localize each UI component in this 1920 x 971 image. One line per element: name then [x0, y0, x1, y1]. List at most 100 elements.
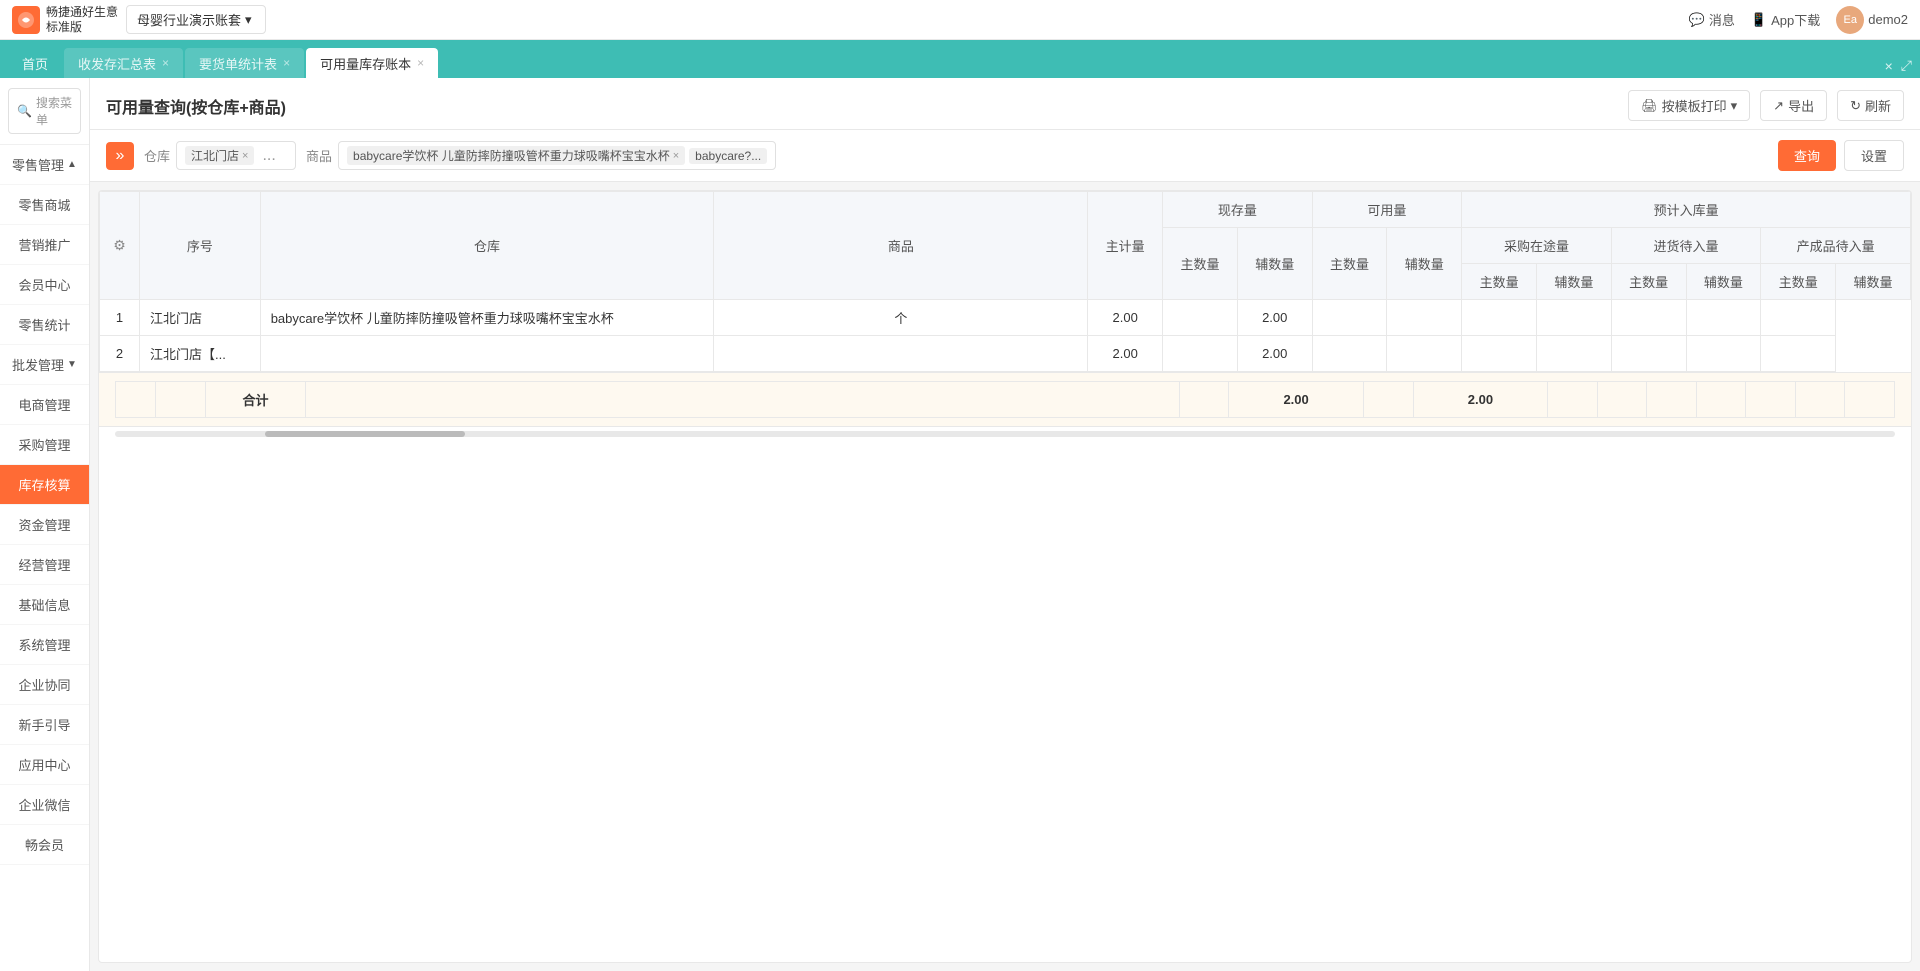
close-window-btn[interactable]: × — [1885, 58, 1893, 74]
search-icon: 🔍 — [17, 104, 32, 118]
sidebar-item-basic-info[interactable]: 基础信息 — [0, 585, 89, 625]
sidebar-item-new-guide[interactable]: 新手引导 — [0, 705, 89, 745]
row2-stock-main: 2.00 — [1088, 336, 1163, 372]
filter-warehouse-more[interactable]: ... — [258, 147, 279, 165]
print-template-btn[interactable]: 🖨 按模板打印 ▾ — [1628, 90, 1750, 121]
sidebar-item-retail-mgmt[interactable]: 零售管理 ▲ — [0, 145, 89, 185]
sidebar-label-finance: 资金管理 — [18, 518, 70, 533]
print-dropdown-icon: ▾ — [1731, 98, 1738, 114]
table-settings-icon[interactable]: ⚙ — [113, 237, 126, 253]
tab-receipts-close[interactable]: × — [162, 56, 169, 70]
row1-unit: 个 — [714, 300, 1088, 336]
th-product: 商品 — [714, 192, 1088, 300]
scrollbar-row — [99, 426, 1911, 441]
sidebar-item-marketing[interactable]: 营销推广 — [0, 225, 89, 265]
sidebar-arrow-wholesale: ▼ — [67, 359, 77, 370]
th-production: 产成品待入量 — [1761, 228, 1911, 264]
footer-incoming-aux — [1746, 382, 1796, 418]
row1-product: babycare学饮杯 儿童防摔防撞吸管杯重力球吸嘴杯宝宝水杯 — [260, 300, 714, 336]
sidebar-label-ecommerce: 电商管理 — [18, 398, 70, 413]
footer-table: 合计 2.00 2.00 — [115, 381, 1895, 418]
sidebar-item-enterprise[interactable]: 企业协同 — [0, 665, 89, 705]
filter-warehouse-field: 仓库 江北门店 × ... — [144, 141, 296, 170]
product-tag-2: babycare?... — [689, 148, 767, 164]
sidebar-item-enterprise-wechat[interactable]: 企业微信 — [0, 785, 89, 825]
th-available: 可用量 — [1312, 192, 1462, 228]
avatar-text: Ea — [1844, 14, 1857, 26]
query-btn[interactable]: 查询 — [1778, 140, 1836, 171]
row2-warehouse: 江北门店【... — [140, 336, 261, 372]
scrollbar-thumb[interactable] — [265, 431, 465, 437]
inventory-table: ⚙ 序号 仓库 商品 主计量 现存量 可用量 预计入库量 主数量 — [99, 191, 1911, 372]
product-tag-1: babycare学饮杯 儿童防摔防撞吸管杯重力球吸嘴杯宝宝水杯 × — [347, 146, 685, 165]
sidebar-label-purchase: 采购管理 — [18, 438, 70, 453]
top-bar: 畅捷通好生意 标准版 母婴行业演示账套 ▾ 💬 消息 📱 App下载 Ea de… — [0, 0, 1920, 40]
sidebar-label-retail-mall: 零售商城 — [18, 198, 70, 213]
footer-purchase-main — [1597, 382, 1647, 418]
row2-incoming-aux — [1611, 336, 1686, 372]
nav-window-btns: × ⤢ — [1885, 57, 1912, 78]
page-header-actions: 🖨 按模板打印 ▾ ↗ 导出 ↻ 刷新 — [1628, 90, 1904, 121]
footer-unit-cell — [1179, 382, 1229, 418]
sidebar-search-box[interactable]: 🔍 搜索菜单 — [8, 88, 81, 134]
sidebar-item-finance[interactable]: 资金管理 — [0, 505, 89, 545]
filter-product-input[interactable]: babycare学饮杯 儿童防摔防撞吸管杯重力球吸嘴杯宝宝水杯 × babyca… — [338, 141, 776, 170]
tab-orders[interactable]: 要货单统计表 × — [185, 48, 304, 78]
warehouse-tag-remove[interactable]: × — [242, 150, 248, 162]
sidebar-item-member2[interactable]: 畅会员 — [0, 825, 89, 865]
footer-product-cell — [306, 382, 1180, 418]
th-production-aux: 辅数量 — [1836, 264, 1911, 300]
sidebar-item-app-center[interactable]: 应用中心 — [0, 745, 89, 785]
app-icon: 📱 — [1751, 12, 1767, 28]
settings-btn[interactable]: 设置 — [1844, 140, 1904, 171]
th-stock-aux: 辅数量 — [1237, 228, 1312, 300]
filter-warehouse-input[interactable]: 江北门店 × ... — [176, 141, 296, 170]
refresh-icon: ↻ — [1850, 98, 1861, 114]
tab-inventory[interactable]: 可用量库存账本 × — [306, 48, 438, 78]
sidebar-item-system[interactable]: 系统管理 — [0, 625, 89, 665]
product-tag-1-text: babycare学饮杯 儿童防摔防撞吸管杯重力球吸嘴杯宝宝水杯 — [353, 147, 670, 164]
org-dropdown-icon: ▾ — [245, 12, 252, 28]
user-name: demo2 — [1868, 12, 1908, 27]
sidebar-label-member: 会员中心 — [18, 278, 70, 293]
tab-orders-close[interactable]: × — [283, 56, 290, 70]
message-btn[interactable]: 💬 消息 — [1689, 10, 1735, 29]
sidebar-item-member[interactable]: 会员中心 — [0, 265, 89, 305]
sidebar-item-inventory-check[interactable]: 库存核算 — [0, 465, 89, 505]
sidebar-label-retail-mgmt: 零售管理 — [12, 155, 64, 174]
max-window-btn[interactable]: ⤢ — [1901, 57, 1912, 74]
row1-no: 1 — [100, 300, 140, 336]
sidebar-item-ecommerce[interactable]: 电商管理 — [0, 385, 89, 425]
export-icon: ↗ — [1773, 98, 1784, 114]
row2-product — [260, 336, 714, 372]
footer-purchase-aux — [1647, 382, 1697, 418]
user-area[interactable]: Ea demo2 — [1836, 6, 1908, 34]
row2-available-main: 2.00 — [1237, 336, 1312, 372]
tab-home[interactable]: 首页 — [8, 48, 62, 78]
tab-receipts[interactable]: 收发存汇总表 × — [64, 48, 183, 78]
filter-toggle-btn[interactable]: » — [106, 142, 134, 170]
product-tag-1-remove[interactable]: × — [673, 150, 679, 162]
sidebar-item-retail-mall[interactable]: 零售商城 — [0, 185, 89, 225]
logo-sub-text: 标准版 — [46, 20, 118, 34]
tab-inventory-close[interactable]: × — [417, 56, 424, 70]
scrollbar-track[interactable] — [115, 431, 1895, 437]
row2-incoming-main — [1536, 336, 1611, 372]
th-available-aux: 辅数量 — [1387, 228, 1462, 300]
sidebar-item-purchase[interactable]: 采购管理 — [0, 425, 89, 465]
sidebar-label-basic-info: 基础信息 — [18, 598, 70, 613]
main-layout: 🔍 搜索菜单 零售管理 ▲ 零售商城 营销推广 会员中心 零售统计 批发管理 ▼… — [0, 78, 1920, 971]
sidebar-item-wholesale-mgmt[interactable]: 批发管理 ▼ — [0, 345, 89, 385]
sidebar-label-operations: 经营管理 — [18, 558, 70, 573]
refresh-btn[interactable]: ↻ 刷新 — [1837, 90, 1904, 121]
row1-purchase-main — [1387, 300, 1462, 336]
warehouse-tag: 江北门店 × — [185, 146, 254, 165]
org-selector[interactable]: 母婴行业演示账套 ▾ — [126, 5, 266, 34]
table-container: ⚙ 序号 仓库 商品 主计量 现存量 可用量 预计入库量 主数量 — [98, 190, 1912, 963]
row2-no: 2 — [100, 336, 140, 372]
app-download-btn[interactable]: 📱 App下载 — [1751, 10, 1820, 29]
sidebar-item-operations[interactable]: 经营管理 — [0, 545, 89, 585]
sidebar-arrow-retail-mgmt: ▲ — [67, 159, 77, 170]
export-btn[interactable]: ↗ 导出 — [1760, 90, 1827, 121]
sidebar-item-retail-stats[interactable]: 零售统计 — [0, 305, 89, 345]
